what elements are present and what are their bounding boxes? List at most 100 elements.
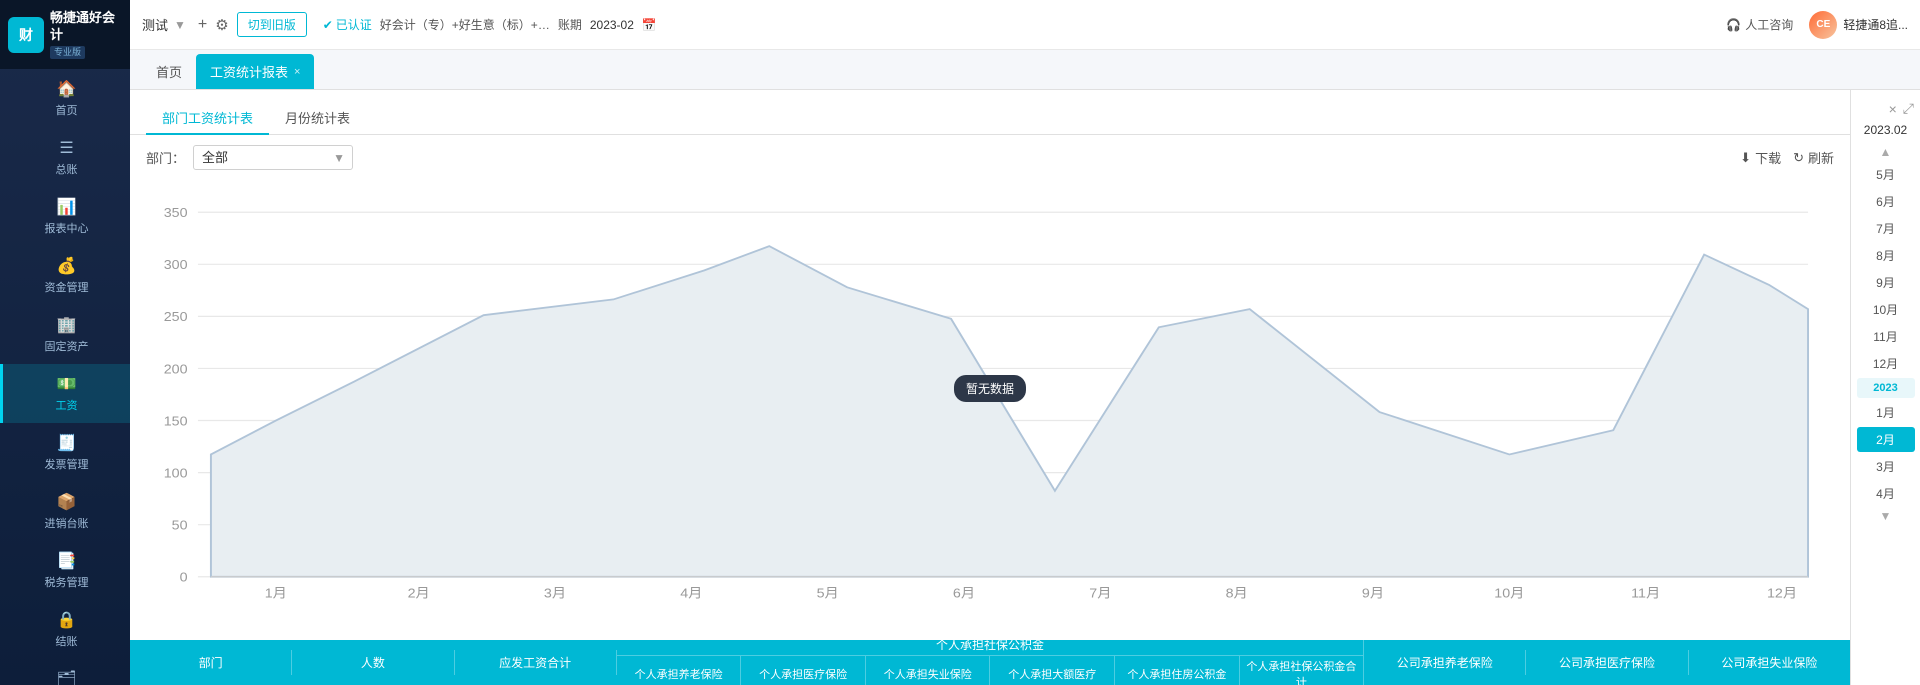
topbar-actions: + ⚙ 切到旧版: [198, 12, 307, 37]
tabbar: 首页 工资统计报表 ×: [130, 50, 1920, 90]
sidebar-label-assets: 固定资产: [45, 338, 89, 354]
sidebar: 财 畅捷通好会计 专业版 🏠 首页 ☰ 总账 📊 报表中心 💰 资金管理 🏢 固…: [0, 0, 130, 685]
certified-label: 已认证: [336, 16, 372, 33]
date-item-5[interactable]: 5月: [1857, 162, 1915, 187]
switch-version-button[interactable]: 切到旧版: [237, 12, 307, 37]
sidebar-label-sales: 进销台账: [45, 515, 89, 531]
main-area: 测试 ▼ + ⚙ 切到旧版 ✔ 已认证 好会计（专）+好生意（标）+… 账期 2…: [130, 0, 1920, 685]
date-item-2023-3[interactable]: 3月: [1857, 454, 1915, 479]
col-company-pension: 公司承担养老保险: [1364, 650, 1526, 675]
dept-label: 部门：: [146, 148, 185, 167]
svg-text:300: 300: [164, 257, 188, 272]
consult-button[interactable]: 🎧 人工咨询: [1726, 16, 1793, 33]
gear-icon[interactable]: ⚙: [215, 16, 228, 34]
sidebar-label-salary: 工资: [56, 397, 78, 413]
sidebar-label-home: 首页: [56, 102, 78, 118]
refresh-label: 刷新: [1808, 148, 1834, 167]
table-col-dept: 部门: [130, 650, 292, 675]
invoice-icon: 🧾: [57, 433, 77, 453]
sidebar-item-assets[interactable]: 🏢 固定资产: [0, 305, 130, 364]
certified-status: ✔ 已认证: [323, 16, 372, 33]
topbar-project: 测试 ▼: [142, 15, 186, 34]
month-tab-label: 月份统计表: [285, 111, 350, 126]
main-panel: 部门工资统计表 月份统计表 部门： 全部 ▼: [130, 90, 1850, 685]
home-tab-label: 首页: [156, 62, 182, 81]
date-item-11[interactable]: 11月: [1857, 324, 1915, 349]
svg-text:350: 350: [164, 205, 188, 220]
salary-icon: 💵: [57, 374, 77, 394]
date-nav-down-button[interactable]: ▼: [1878, 507, 1894, 525]
date-item-2023-2[interactable]: 2月: [1857, 427, 1915, 452]
date-item-10[interactable]: 10月: [1857, 297, 1915, 322]
date-item-9[interactable]: 9月: [1857, 270, 1915, 295]
chart-tooltip: 暂无数据: [954, 375, 1026, 402]
col-company-unemployment: 公司承担失业保险: [1689, 650, 1850, 675]
date-nav-up-button[interactable]: ▲: [1878, 143, 1894, 161]
assets-icon: 🏢: [57, 315, 77, 335]
table-footer: 部门 人数 应发工资合计 个人承担社保公积金 个人承担养老保险 个人承担医疗保险…: [130, 640, 1850, 685]
date-item-7[interactable]: 7月: [1857, 216, 1915, 241]
app-logo-text: 畅捷通好会计 专业版: [50, 10, 122, 59]
certified-icon: ✔: [323, 18, 333, 32]
sub-tab-month[interactable]: 月份统计表: [269, 102, 366, 135]
sidebar-item-funds[interactable]: 💰 资金管理: [0, 246, 130, 305]
dept-select-wrapper[interactable]: 全部 ▼: [193, 145, 353, 170]
group-header-personal: 个人承担社保公积金: [617, 640, 1363, 656]
download-icon: ⬇: [1740, 150, 1751, 166]
tab-home[interactable]: 首页: [142, 54, 196, 89]
sidebar-label-ledger: 总账: [56, 161, 78, 177]
calendar-icon[interactable]: 📅: [642, 18, 657, 32]
toolbar-right: ⬇ 下载 ↻ 刷新: [1740, 148, 1834, 167]
date-item-2023-1[interactable]: 1月: [1857, 400, 1915, 425]
date-item-6[interactable]: 6月: [1857, 189, 1915, 214]
sidebar-logo: 财 畅捷通好会计 专业版: [0, 0, 130, 69]
date-item-2023-4[interactable]: 4月: [1857, 481, 1915, 506]
date-item-8[interactable]: 8月: [1857, 243, 1915, 268]
tab-salary-report[interactable]: 工资统计报表 ×: [196, 54, 314, 89]
consult-label: 人工咨询: [1745, 16, 1793, 33]
topbar: 测试 ▼ + ⚙ 切到旧版 ✔ 已认证 好会计（专）+好生意（标）+… 账期 2…: [130, 0, 1920, 50]
sidebar-label-reports: 报表中心: [45, 220, 89, 236]
dept-select[interactable]: 全部: [193, 145, 353, 170]
sidebar-header-controls: × ⤢: [1851, 98, 1920, 123]
app-brand: 畅捷通好会计: [50, 10, 122, 44]
sidebar-label-invoice: 发票管理: [45, 456, 89, 472]
sidebar-item-closing[interactable]: 🔒 结账: [0, 600, 130, 659]
home-icon: 🏠: [57, 79, 77, 99]
sidebar-item-ledger[interactable]: ☰ 总账: [0, 128, 130, 187]
chevron-down-icon[interactable]: ▼: [174, 18, 186, 32]
closing-icon: 🔒: [57, 610, 77, 630]
tax-icon: 📑: [57, 551, 77, 571]
sidebar-item-archive[interactable]: 🗂 归档管理: [0, 659, 130, 685]
sidebar-item-tax[interactable]: 📑 税务管理: [0, 541, 130, 600]
col-personal-major-medical: 个人承担大额医疗: [990, 656, 1115, 685]
svg-text:50: 50: [172, 517, 188, 532]
sidebar-item-sales[interactable]: 📦 进销台账: [0, 482, 130, 541]
refresh-button[interactable]: ↻ 刷新: [1793, 148, 1834, 167]
chart-area: 350 300 250 200 150 100 50 0 1月: [130, 180, 1850, 640]
date-item-12[interactable]: 12月: [1857, 351, 1915, 376]
svg-text:4月: 4月: [680, 585, 702, 600]
add-button[interactable]: +: [198, 16, 207, 34]
avatar: CE: [1809, 11, 1837, 39]
sidebar-item-salary[interactable]: 💵 工资: [0, 364, 130, 423]
svg-text:2月: 2月: [408, 585, 430, 600]
download-button[interactable]: ⬇ 下载: [1740, 148, 1781, 167]
sidebar-item-home[interactable]: 🏠 首页: [0, 69, 130, 128]
current-date-display: 2023.02: [1864, 123, 1907, 137]
sidebar-item-reports[interactable]: 📊 报表中心: [0, 187, 130, 246]
svg-text:12月: 12月: [1767, 585, 1797, 600]
sidebar-item-invoice[interactable]: 🧾 发票管理: [0, 423, 130, 482]
col-personal-medical: 个人承担医疗保险: [741, 656, 866, 685]
close-sidebar-button[interactable]: ×: [1887, 99, 1899, 119]
toolbar: 部门： 全部 ▼ ⬇ 下载 ↻ 刷新: [130, 135, 1850, 180]
close-tab-icon[interactable]: ×: [294, 66, 300, 78]
reports-icon: 📊: [57, 197, 77, 217]
col-personal-unemployment: 个人承担失业保险: [866, 656, 991, 685]
sub-tab-dept[interactable]: 部门工资统计表: [146, 102, 269, 135]
app-edition: 专业版: [50, 46, 85, 60]
period-value: 2023-02: [590, 18, 634, 32]
user-menu[interactable]: CE 轻捷通8追...: [1809, 11, 1908, 39]
svg-text:5月: 5月: [817, 585, 839, 600]
expand-sidebar-button[interactable]: ⤢: [1901, 98, 1916, 119]
